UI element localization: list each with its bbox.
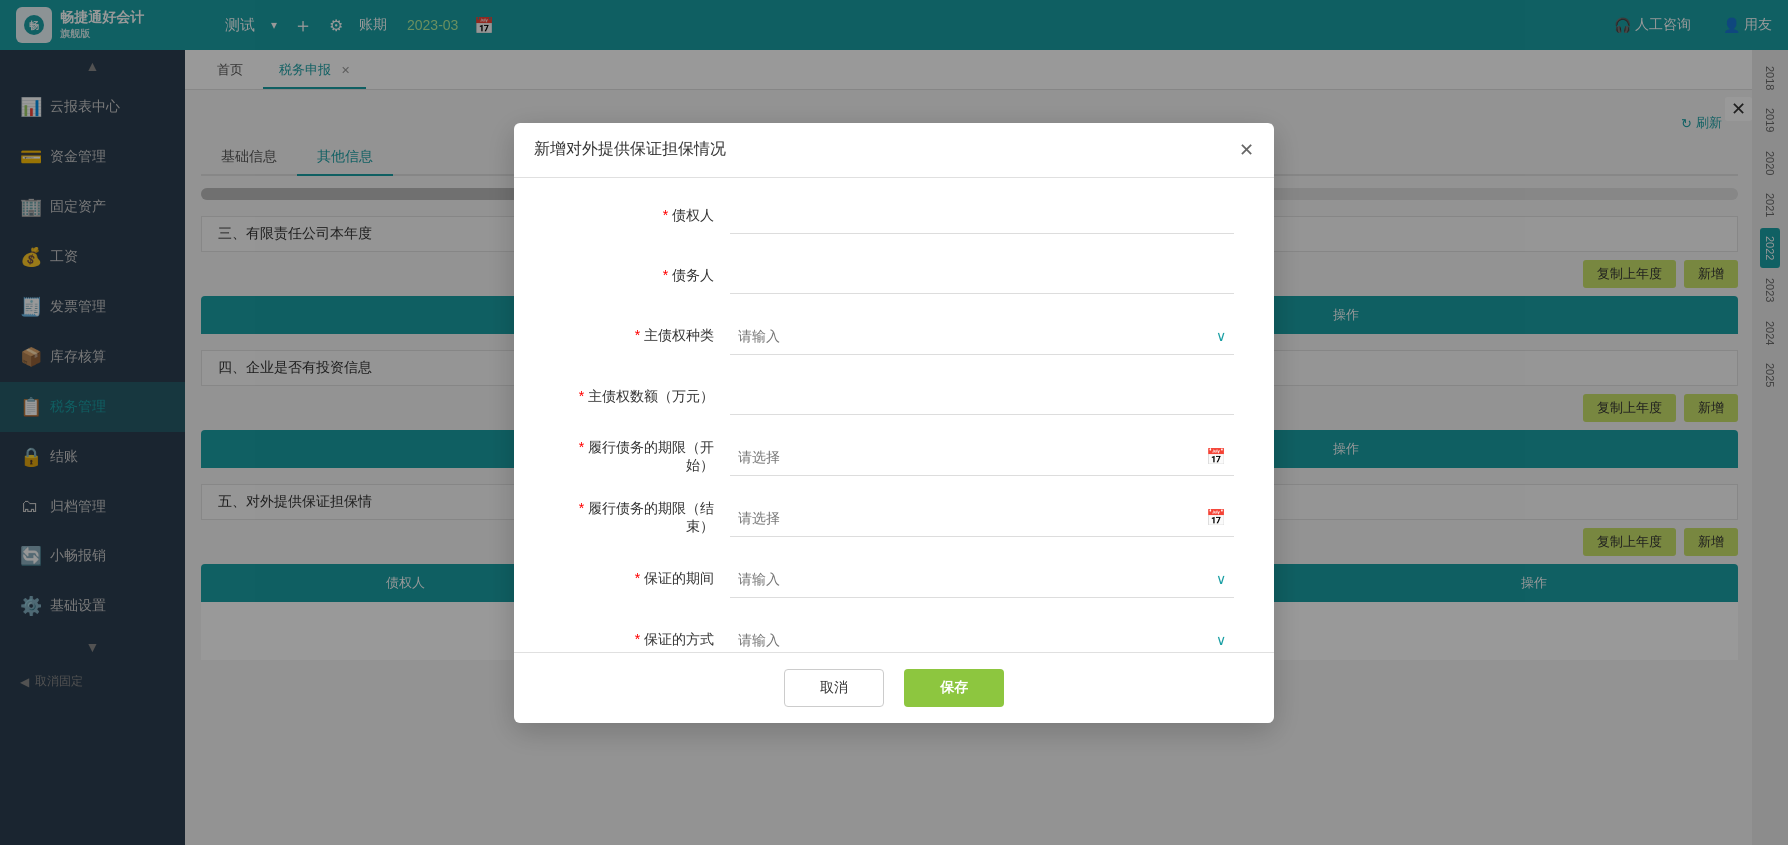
input-debtor[interactable] (730, 258, 1234, 294)
modal-overlay: 新增对外提供保证担保情况 ✕ * 债权人 * 债务人 (0, 0, 1788, 845)
label-claim-amount-text: 主债权数额（万元） (588, 388, 714, 404)
required-mark-guarantee-method: * (635, 631, 640, 647)
label-period-start: * 履行债务的期限（开始） (554, 439, 714, 475)
input-creditor[interactable] (730, 198, 1234, 234)
select-wrap-guarantee-period: ∨ (730, 561, 1234, 598)
dropdown-arrow-guarantee-period[interactable]: ∨ (1216, 571, 1234, 587)
save-button[interactable]: 保存 (904, 669, 1004, 707)
dialog-body: * 债权人 * 债务人 * 主债权种类 (514, 178, 1274, 652)
date-input-period-start[interactable] (730, 439, 1206, 475)
label-period-end: * 履行债务的期限（结束） (554, 500, 714, 536)
required-mark-claim-amount: * (579, 388, 584, 404)
date-input-period-end[interactable] (730, 500, 1206, 536)
form-row-guarantee-period: * 保证的期间 ∨ (554, 561, 1234, 598)
dropdown-arrow-guarantee-method[interactable]: ∨ (1216, 632, 1234, 648)
dialog-close-button[interactable]: ✕ (1239, 139, 1254, 161)
form-row-claim-amount: * 主债权数额（万元） (554, 379, 1234, 415)
label-guarantee-method-text: 保证的方式 (644, 631, 714, 647)
dialog-footer: 取消 保存 (514, 652, 1274, 723)
calendar-icon-end[interactable]: 📅 (1206, 508, 1234, 527)
select-input-claim-type[interactable] (730, 318, 1216, 354)
label-guarantee-period: * 保证的期间 (554, 570, 714, 588)
form-row-period-start: * 履行债务的期限（开始） 📅 (554, 439, 1234, 476)
select-input-guarantee-method[interactable] (730, 622, 1216, 652)
form-row-period-end: * 履行债务的期限（结束） 📅 (554, 500, 1234, 537)
label-claim-type-text: 主债权种类 (644, 327, 714, 343)
label-creditor: * 债权人 (554, 207, 714, 225)
label-claim-type: * 主债权种类 (554, 327, 714, 345)
label-period-end-text: 履行债务的期限（结束） (588, 500, 714, 534)
calendar-icon-start[interactable]: 📅 (1206, 447, 1234, 466)
date-wrap-period-end: 📅 (730, 500, 1234, 537)
select-input-guarantee-period[interactable] (730, 561, 1216, 597)
label-guarantee-method: * 保证的方式 (554, 631, 714, 649)
dialog-header: 新增对外提供保证担保情况 ✕ (514, 123, 1274, 178)
form-row-debtor: * 债务人 (554, 258, 1234, 294)
label-guarantee-period-text: 保证的期间 (644, 570, 714, 586)
dialog: 新增对外提供保证担保情况 ✕ * 债权人 * 债务人 (514, 123, 1274, 723)
form-row-creditor: * 债权人 (554, 198, 1234, 234)
date-wrap-period-start: 📅 (730, 439, 1234, 476)
required-mark-guarantee-period: * (635, 570, 640, 586)
form-row-guarantee-method: * 保证的方式 ∨ (554, 622, 1234, 652)
dialog-title: 新增对外提供保证担保情况 (534, 139, 726, 160)
cancel-button[interactable]: 取消 (784, 669, 884, 707)
label-creditor-text: 债权人 (672, 207, 714, 223)
required-mark-creditor: * (663, 207, 668, 223)
form-row-claim-type: * 主债权种类 ∨ (554, 318, 1234, 355)
required-mark-debtor: * (663, 267, 668, 283)
label-debtor: * 债务人 (554, 267, 714, 285)
required-mark-period-end: * (579, 500, 584, 516)
label-debtor-text: 债务人 (672, 267, 714, 283)
dropdown-arrow-claim-type[interactable]: ∨ (1216, 328, 1234, 344)
label-period-start-text: 履行债务的期限（开始） (588, 439, 714, 473)
label-claim-amount: * 主债权数额（万元） (554, 388, 714, 406)
required-mark-period-start: * (579, 439, 584, 455)
select-wrap-guarantee-method: ∨ (730, 622, 1234, 652)
required-mark-claim-type: * (635, 327, 640, 343)
input-claim-amount[interactable] (730, 379, 1234, 415)
select-wrap-claim-type: ∨ (730, 318, 1234, 355)
